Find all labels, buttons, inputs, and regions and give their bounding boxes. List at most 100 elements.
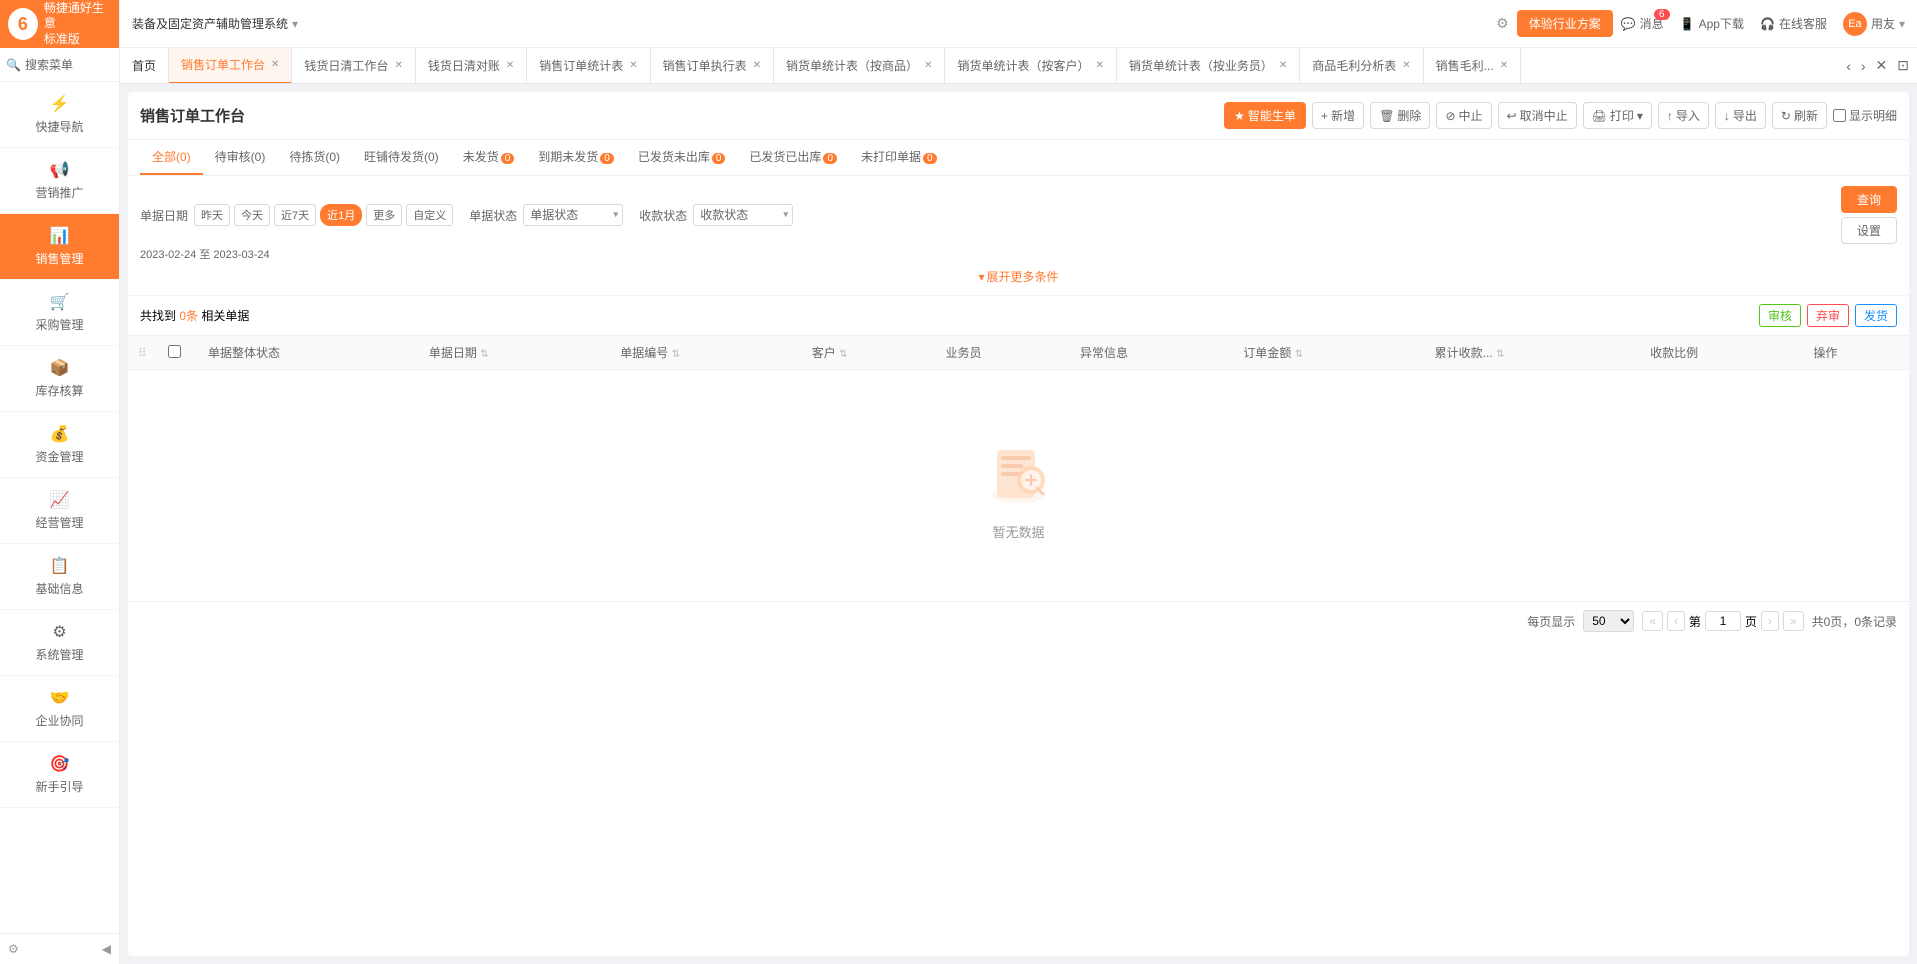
tab-sales-sum-customer[interactable]: 销货单统计表（按客户） ✕ bbox=[945, 48, 1116, 84]
cancel-audit-button[interactable]: 弃审 bbox=[1807, 304, 1849, 327]
first-page-button[interactable]: « bbox=[1642, 611, 1663, 631]
set-button[interactable]: 设置 bbox=[1841, 217, 1897, 244]
tabs-nav-next[interactable]: › bbox=[1857, 56, 1870, 76]
tab-sales-sum-staff[interactable]: 销货单统计表（按业务员） ✕ bbox=[1117, 48, 1300, 84]
page-number-input[interactable] bbox=[1705, 611, 1741, 631]
expand-filter-row: ▾ 展开更多条件 bbox=[140, 268, 1897, 285]
message-icon-item[interactable]: 💬 消息 6 bbox=[1621, 15, 1664, 32]
number-col-header[interactable]: 单据编号 ⇅ bbox=[610, 336, 801, 370]
collapse-icon[interactable]: ◀ bbox=[102, 942, 111, 956]
tab-close-cash-daily[interactable]: ✕ bbox=[394, 60, 402, 71]
sidebar-search[interactable]: 🔍 搜索菜单 bbox=[0, 48, 119, 82]
page-size-select[interactable]: 10 20 50 100 bbox=[1583, 610, 1634, 632]
sidebar-item-guide[interactable]: 🎯 新手引导 bbox=[0, 742, 119, 808]
delete-button[interactable]: 🗑 删除 bbox=[1370, 102, 1430, 129]
sidebar-item-purchase[interactable]: 🛒 采购管理 bbox=[0, 280, 119, 346]
print-button[interactable]: 🖨 打印 ▾ bbox=[1583, 102, 1652, 129]
settings-icon[interactable]: ⚙ bbox=[8, 942, 19, 956]
date-col-header[interactable]: 单据日期 ⇅ bbox=[419, 336, 610, 370]
prev-page-button[interactable]: ‹ bbox=[1667, 611, 1685, 631]
next-page-button[interactable]: › bbox=[1761, 611, 1779, 631]
sub-tab-not-printed[interactable]: 未打印单据0 bbox=[849, 140, 949, 175]
print-icon: 🖨 bbox=[1592, 109, 1607, 123]
show-detail-checkbox[interactable]: 显示明细 bbox=[1833, 107, 1897, 124]
tab-close-sales-stat[interactable]: ✕ bbox=[629, 60, 637, 71]
sidebar-item-inventory[interactable]: 📦 库存核算 bbox=[0, 346, 119, 412]
sidebar-item-sales[interactable]: 📊 销售管理 bbox=[0, 214, 119, 280]
sidebar-item-quick-nav[interactable]: ⚡ 快捷导航 bbox=[0, 82, 119, 148]
date-btn-custom[interactable]: 自定义 bbox=[406, 204, 453, 226]
sub-tab-all[interactable]: 全部(0) bbox=[140, 140, 203, 175]
payment-select[interactable]: 收款状态 bbox=[693, 204, 793, 226]
tab-close-sales-more[interactable]: ✕ bbox=[1500, 60, 1508, 71]
date-btn-1month[interactable]: 近1月 bbox=[320, 204, 362, 226]
settings-gear-icon[interactable]: ⚙ bbox=[1496, 15, 1509, 32]
tabs-nav-prev[interactable]: ‹ bbox=[1842, 56, 1855, 76]
show-detail-input[interactable] bbox=[1833, 109, 1846, 122]
date-btn-7days[interactable]: 近7天 bbox=[274, 204, 316, 226]
amount-col-header[interactable]: 订单金额 ⇅ bbox=[1233, 336, 1424, 370]
date-btn-more[interactable]: 更多 bbox=[366, 204, 402, 226]
query-button[interactable]: 查询 bbox=[1841, 186, 1897, 213]
sidebar-item-finance[interactable]: 💰 资金管理 bbox=[0, 412, 119, 478]
tab-sales-exec[interactable]: 销售订单执行表 ✕ bbox=[651, 48, 774, 84]
audit-button[interactable]: 审核 bbox=[1759, 304, 1801, 327]
tab-sales-workbench[interactable]: 销售订单工作台 ✕ bbox=[169, 48, 292, 84]
expand-filter-button[interactable]: ▾ 展开更多条件 bbox=[978, 268, 1058, 285]
tab-gross-margin[interactable]: 商品毛利分析表 ✕ bbox=[1300, 48, 1423, 84]
sub-tab-shipped-not-out[interactable]: 已发货未出库0 bbox=[626, 140, 738, 175]
tabs-expand[interactable]: ⊡ bbox=[1893, 55, 1913, 76]
export-button[interactable]: ↓ 导出 bbox=[1715, 102, 1766, 129]
sub-tabs: 全部(0) 待审核(0) 待拣货(0) 旺铺待发货(0) 未发货0 到期未发货0… bbox=[128, 140, 1909, 176]
sub-tab-pending-inspect[interactable]: 待拣货(0) bbox=[277, 140, 352, 175]
tab-sales-stat[interactable]: 销售订单统计表 ✕ bbox=[527, 48, 650, 84]
sub-tab-pending-review[interactable]: 待审核(0) bbox=[203, 140, 278, 175]
ship-button[interactable]: 发货 bbox=[1855, 304, 1897, 327]
tab-close-gross-margin[interactable]: ✕ bbox=[1402, 60, 1410, 71]
dropdown-icon[interactable]: ▾ bbox=[292, 17, 298, 31]
sub-tab-not-shipped[interactable]: 未发货0 bbox=[451, 140, 527, 175]
tab-close-sales-sum-product[interactable]: ✕ bbox=[924, 60, 932, 71]
app-download-item[interactable]: 📱 App下载 bbox=[1680, 15, 1744, 32]
checkbox-col-header[interactable] bbox=[158, 336, 198, 370]
tab-close-cash-reconcile[interactable]: ✕ bbox=[506, 60, 514, 71]
sidebar-item-basic-info[interactable]: 📋 基础信息 bbox=[0, 544, 119, 610]
import-button[interactable]: ↑ 导入 bbox=[1658, 102, 1709, 129]
sub-tab-overdue[interactable]: 到期未发货0 bbox=[526, 140, 626, 175]
panel-header: 销售订单工作台 ★ 智能生单 + 新增 🗑 删除 ⊘ 中止 bbox=[128, 92, 1909, 140]
tab-cash-reconcile[interactable]: 钱货日清对账 ✕ bbox=[416, 48, 527, 84]
tab-close-sales-sum-customer[interactable]: ✕ bbox=[1095, 60, 1103, 71]
tab-cash-daily[interactable]: 钱货日清工作台 ✕ bbox=[292, 48, 415, 84]
sub-tab-shipped-out[interactable]: 已发货已出库0 bbox=[737, 140, 849, 175]
customer-col-header[interactable]: 客户 ⇅ bbox=[802, 336, 936, 370]
payment-select-wrapper: 收款状态 bbox=[693, 204, 793, 226]
tab-sales-more[interactable]: 销售毛利... ✕ bbox=[1424, 48, 1521, 84]
sidebar-item-system[interactable]: ⚙ 系统管理 bbox=[0, 610, 119, 676]
status-select[interactable]: 单据状态 bbox=[523, 204, 623, 226]
date-btn-today[interactable]: 今天 bbox=[234, 204, 270, 226]
select-all-checkbox[interactable] bbox=[168, 345, 181, 358]
last-page-button[interactable]: » bbox=[1783, 611, 1804, 631]
tab-sales-sum-product[interactable]: 销货单统计表（按商品） ✕ bbox=[774, 48, 945, 84]
date-btn-yesterday[interactable]: 昨天 bbox=[194, 204, 230, 226]
sidebar-item-operation[interactable]: 📈 经营管理 bbox=[0, 478, 119, 544]
sidebar-item-marketing[interactable]: 📢 营销推广 bbox=[0, 148, 119, 214]
tab-home[interactable]: 首页 bbox=[120, 48, 169, 84]
suspend-button[interactable]: ⊘ 中止 bbox=[1436, 102, 1491, 129]
tabs-close-all[interactable]: ✕ bbox=[1872, 55, 1892, 76]
tab-close-sales-workbench[interactable]: ✕ bbox=[271, 59, 279, 70]
user-menu[interactable]: Ea 用友 ▾ bbox=[1843, 12, 1905, 36]
refresh-button[interactable]: ↻ 刷新 bbox=[1772, 102, 1827, 129]
sidebar-item-enterprise[interactable]: 🤝 企业协同 bbox=[0, 676, 119, 742]
tab-close-sales-sum-staff[interactable]: ✕ bbox=[1279, 60, 1287, 71]
collected-col-header[interactable]: 累计收款... ⇅ bbox=[1425, 336, 1640, 370]
quick-nav-icon: ⚡ bbox=[50, 94, 70, 114]
online-service-item[interactable]: 🎧 在线客服 bbox=[1760, 15, 1827, 32]
add-button[interactable]: + 新增 bbox=[1312, 102, 1364, 129]
sub-tab-wangpu[interactable]: 旺铺待发货(0) bbox=[352, 140, 451, 175]
cancel-suspend-button[interactable]: ↩ 取消中止 bbox=[1498, 102, 1577, 129]
industry-solution-button[interactable]: 体验行业方案 bbox=[1517, 10, 1613, 37]
drag-icon: ⠿ bbox=[138, 346, 147, 360]
tab-close-sales-exec[interactable]: ✕ bbox=[753, 60, 761, 71]
smart-generate-button[interactable]: ★ 智能生单 bbox=[1224, 102, 1306, 129]
